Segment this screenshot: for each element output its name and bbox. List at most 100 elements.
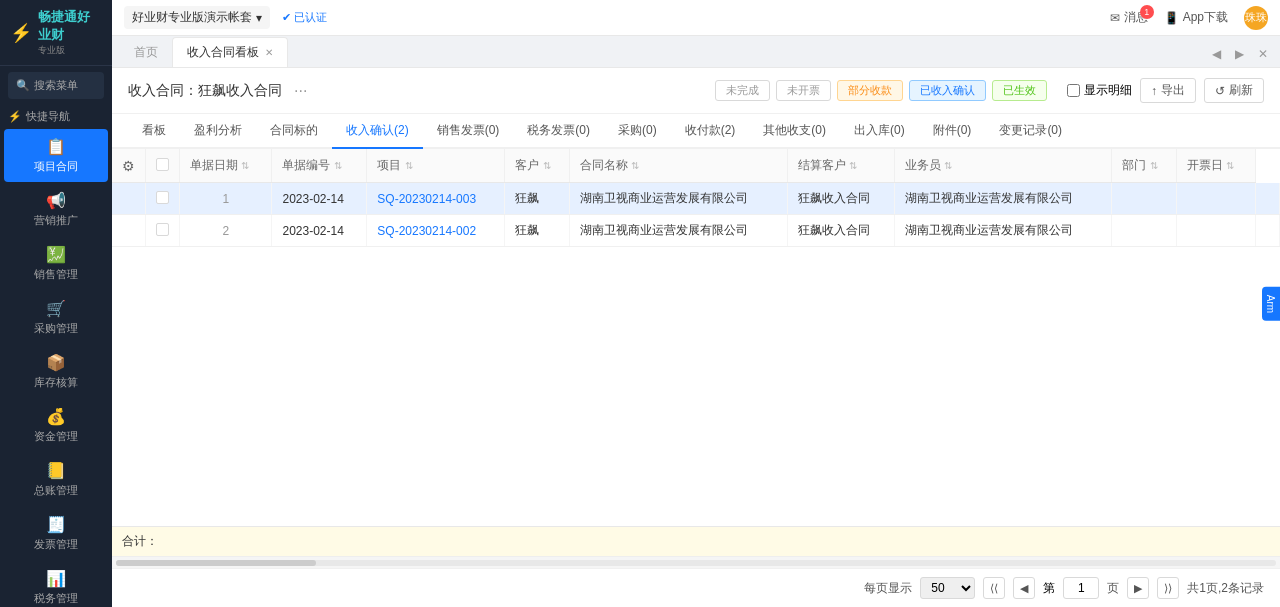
sort-sales-icon[interactable]: ⇅ [944,160,952,171]
quick-nav[interactable]: ⚡ 快捷导航 [0,105,112,128]
select-all-checkbox[interactable] [156,158,169,171]
detail-checkbox-input[interactable] [1067,84,1080,97]
row-settle-customer-0: 湖南卫视商业运营发展有限公司 [894,183,1112,215]
th-code: 单据编号 ⇅ [272,149,367,183]
status-tag-1[interactable]: 未开票 [776,80,831,101]
sidebar-item-4[interactable]: 📦库存核算 [4,345,108,398]
row-contract-name-1: 狂飙收入合同 [787,215,894,247]
next-page-button[interactable]: ▶ [1127,577,1149,599]
show-detail-checkbox[interactable]: 显示明细 [1067,82,1132,99]
th-project: 项目 ⇅ [367,149,505,183]
sub-tab-5[interactable]: 税务发票(0) [513,114,604,149]
horizontal-scrollbar[interactable] [112,556,1280,568]
sidebar-logo: ⚡ 畅捷通好业财 专业版 [0,0,112,66]
refresh-button[interactable]: ↺ 刷新 [1204,78,1264,103]
sidebar-item-label-2: 销售管理 [34,267,78,282]
contract-more-button[interactable]: ··· [294,82,307,100]
sub-tab-6[interactable]: 采购(0) [604,114,671,149]
row-settle-customer-1: 湖南卫视商业运营发展有限公司 [894,215,1112,247]
contract-status-tags: 未完成未开票部分收款已收入确认已生效 [715,80,1047,101]
th-date: 单据日期 ⇅ [180,149,272,183]
sort-dept-icon[interactable]: ⇅ [1150,160,1158,171]
row-check-1[interactable] [146,215,180,247]
sort-date-icon[interactable]: ⇅ [241,160,249,171]
sub-tab-2[interactable]: 合同标的 [256,114,332,149]
sub-tab-4[interactable]: 销售发票(0) [423,114,514,149]
logo-sub-text: 专业版 [38,44,102,57]
scrollbar-thumb[interactable] [116,560,316,566]
export-button[interactable]: ↑ 导出 [1140,78,1196,103]
sidebar-item-1[interactable]: 📢营销推广 [4,183,108,236]
sidebar-item-label-8: 税务管理 [34,591,78,606]
sidebar-item-5[interactable]: 💰资金管理 [4,399,108,452]
sidebar-item-7[interactable]: 🧾发票管理 [4,507,108,560]
sub-tab-8[interactable]: 其他收支(0) [749,114,840,149]
page-input[interactable] [1063,577,1099,599]
contract-title: 收入合同：狂飙收入合同 [128,82,282,100]
sort-open-icon[interactable]: ⇅ [1226,160,1234,171]
status-tag-2[interactable]: 部分收款 [837,80,903,101]
message-icon: ✉ [1110,11,1120,25]
arm-float-button[interactable]: Arm [1262,286,1280,320]
search-icon: 🔍 [16,79,30,92]
status-tag-0[interactable]: 未完成 [715,80,770,101]
download-icon: 📱 [1164,11,1179,25]
sort-contract-icon[interactable]: ⇅ [631,160,639,171]
per-page-select[interactable]: 20 50 100 [920,577,975,599]
row-checkbox-1[interactable] [156,223,169,236]
row-code-link-1[interactable]: SQ-20230214-002 [377,224,476,238]
settings-icon[interactable]: ⚙ [122,158,135,174]
sub-tab-0[interactable]: 看板 [128,114,180,149]
tab-contract-board[interactable]: 收入合同看板 ✕ [172,37,288,67]
table-area[interactable]: ⚙ 单据日期 ⇅ 单据编号 ⇅ 项目 ⇅ 客户 ⇅ 合同名称 ⇅ 结算客户 ⇅ … [112,149,1280,526]
sub-tab-10[interactable]: 附件(0) [919,114,986,149]
row-check-0[interactable] [146,183,180,215]
row-code-0[interactable]: SQ-20230214-003 [367,183,505,215]
prev-page-button[interactable]: ◀ [1013,577,1035,599]
sidebar-item-6[interactable]: 📒总账管理 [4,453,108,506]
row-date-1: 2023-02-14 [272,215,367,247]
sidebar-item-0[interactable]: 📋项目合同 [4,129,108,182]
row-action-1 [112,215,146,247]
message-button[interactable]: ✉ 1 消息 [1110,9,1148,26]
sub-tab-11[interactable]: 变更记录(0) [985,114,1076,149]
nav-icon: ⚡ [8,110,22,123]
sub-tab-3[interactable]: 收入确认(2) [332,114,423,149]
sub-tab-9[interactable]: 出入库(0) [840,114,919,149]
row-department-1 [1177,215,1256,247]
tab-close-icon[interactable]: ✕ [265,47,273,58]
sidebar-item-2[interactable]: 💹销售管理 [4,237,108,290]
sidebar-item-label-1: 营销推广 [34,213,78,228]
sort-customer-icon[interactable]: ⇅ [543,160,551,171]
th-check [146,149,180,183]
app-download-button[interactable]: 📱 App下载 [1164,9,1228,26]
first-page-button[interactable]: ⟨⟨ [983,577,1005,599]
th-contract-name: 合同名称 ⇅ [570,149,788,183]
company-selector[interactable]: 好业财专业版演示帐套 ▾ [124,6,270,29]
sidebar-item-8[interactable]: 📊税务管理 [4,561,108,607]
topbar-right: ✉ 1 消息 📱 App下载 珠珠 [1110,6,1268,30]
row-num-0: 1 [180,183,272,215]
sub-tab-1[interactable]: 盈利分析 [180,114,256,149]
row-checkbox-0[interactable] [156,191,169,204]
sort-project-icon[interactable]: ⇅ [405,160,413,171]
row-code-link-0[interactable]: SQ-20230214-003 [377,192,476,206]
tab-prev-button[interactable]: ◀ [1208,45,1225,63]
sub-tab-7[interactable]: 收付款(2) [671,114,750,149]
row-code-1[interactable]: SQ-20230214-002 [367,215,505,247]
th-salesperson: 业务员 ⇅ [894,149,1112,183]
sort-code-icon[interactable]: ⇅ [334,160,342,171]
tab-home[interactable]: 首页 [120,38,172,67]
sidebar-item-label-5: 资金管理 [34,429,78,444]
pagination: 每页显示 20 50 100 ⟨⟨ ◀ 第 页 ▶ ⟩⟩ 共1页,2条记录 [112,568,1280,607]
status-tag-3[interactable]: 已收入确认 [909,80,986,101]
sidebar-search[interactable]: 🔍 搜索菜单 [8,72,104,99]
tab-close-all-button[interactable]: ✕ [1254,45,1272,63]
row-date-0: 2023-02-14 [272,183,367,215]
sort-settle-icon[interactable]: ⇅ [849,160,857,171]
sidebar-item-3[interactable]: 🛒采购管理 [4,291,108,344]
avatar[interactable]: 珠珠 [1244,6,1268,30]
tab-next-button[interactable]: ▶ [1231,45,1248,63]
status-tag-4[interactable]: 已生效 [992,80,1047,101]
last-page-button[interactable]: ⟩⟩ [1157,577,1179,599]
